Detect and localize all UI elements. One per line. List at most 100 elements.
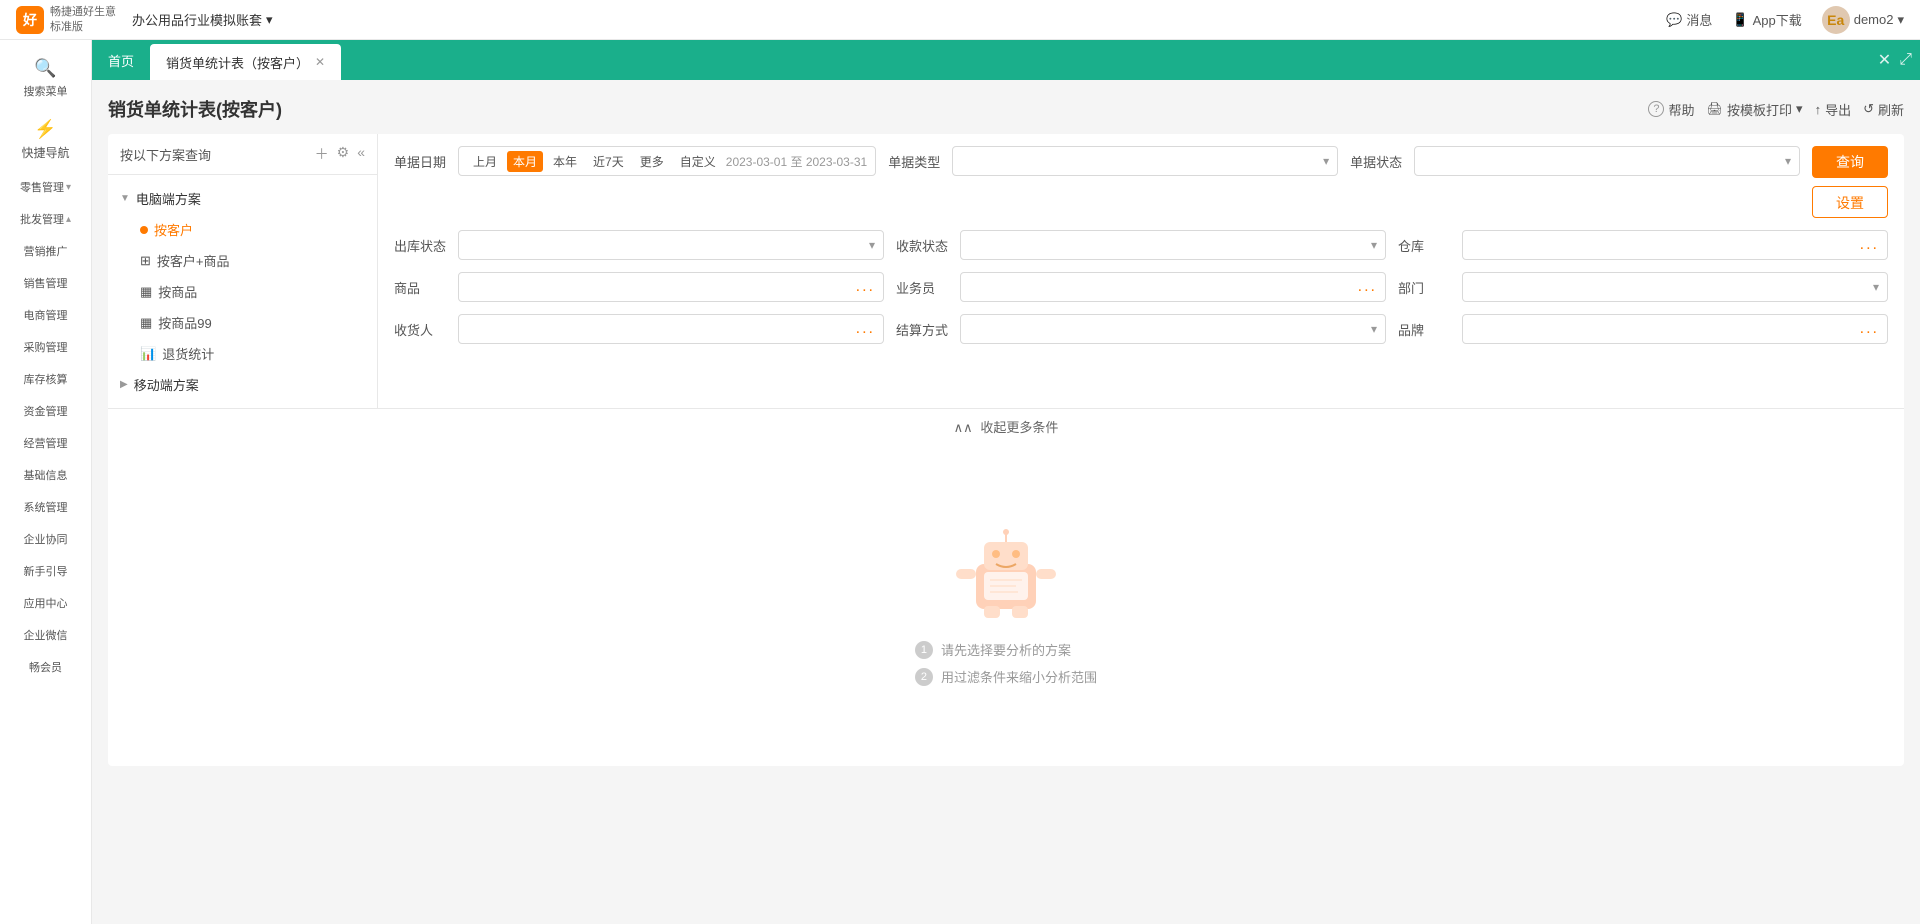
settlement-label: 结算方式 — [896, 320, 952, 339]
table-icon: ▦ — [140, 284, 152, 300]
user-chevron-icon: ▾ — [1897, 12, 1904, 28]
refresh-button[interactable]: ↺ 刷新 — [1863, 100, 1904, 119]
sidebar: 🔍 搜索菜单 ⚡ 快捷导航 零售管理 ▾ 批发管理 ▴ 营销推广 销售管理 — [0, 40, 92, 924]
export-button[interactable]: ↑ 导出 — [1815, 100, 1852, 119]
sidebar-item-corp[interactable]: 企业协同 — [0, 523, 91, 555]
chevron-down-icon: ▾ — [869, 238, 875, 252]
sidebar-item-retail[interactable]: 零售管理 ▾ — [0, 171, 91, 203]
filter-right: 单据日期 上月 本月 本年 近7天 — [378, 134, 1904, 408]
tab-close-icon[interactable]: ✕ — [315, 55, 325, 69]
sidebar-item-wholesale[interactable]: 批发管理 ▴ — [0, 203, 91, 235]
date-tab-7days[interactable]: 近7天 — [587, 151, 630, 172]
empty-tips: 1 请先选择要分析的方案 2 用过滤条件来缩小分析范围 — [915, 640, 1097, 686]
app-download-icon: 📱 — [1732, 12, 1748, 28]
message-button[interactable]: 💬 消息 — [1666, 10, 1712, 29]
dots-icon: ... — [1860, 320, 1879, 338]
page-title: 销货单统计表(按客户) — [108, 96, 282, 122]
scheme-edit-button[interactable]: ⚙ — [337, 144, 350, 164]
scheme-group-desktop: ▼ 电脑端方案 按客户 — [108, 183, 377, 369]
grid-icon: ⊞ — [140, 253, 151, 269]
date-tab-last-month[interactable]: 上月 — [467, 151, 503, 172]
dept-label: 部门 — [1398, 278, 1454, 297]
sidebar-item-apps[interactable]: 应用中心 — [0, 587, 91, 619]
scheme-add-button[interactable]: ＋ — [315, 144, 329, 164]
scheme-item-by-customer[interactable]: 按客户 — [128, 214, 377, 245]
salesperson-control[interactable]: ... — [960, 272, 1386, 302]
query-button[interactable]: 查询 — [1812, 146, 1888, 178]
ship-status-control[interactable]: ▾ — [458, 230, 884, 260]
salesperson-label: 业务员 — [896, 278, 952, 297]
collapse-bar[interactable]: ∧∧ 收起更多条件 — [108, 408, 1904, 444]
order-type-control[interactable]: ▾ — [952, 146, 1338, 176]
tab-home[interactable]: 首页 — [92, 40, 150, 80]
sidebar-item-purchase[interactable]: 采购管理 — [0, 331, 91, 363]
sidebar-item-nav[interactable]: ⚡ 快捷导航 — [0, 109, 91, 171]
sidebar-item-member[interactable]: 畅会员 — [0, 651, 91, 683]
brand-control[interactable]: ... — [1462, 314, 1888, 344]
scheme-group-mobile-header[interactable]: ▶ 移动端方案 — [108, 369, 377, 400]
chevron-down-icon: ▼ — [120, 193, 130, 204]
sidebar-item-ecom[interactable]: 电商管理 — [0, 299, 91, 331]
scheme-item-return-stat[interactable]: 📊 退货统计 — [128, 338, 377, 369]
sidebar-item-sales[interactable]: 销售管理 — [0, 267, 91, 299]
receiver-control[interactable]: ... — [458, 314, 884, 344]
dots-icon: ... — [856, 320, 875, 338]
scheme-item-by-goods99[interactable]: ▦ 按商品99 — [128, 307, 377, 338]
tab-sales-stat[interactable]: 销货单统计表（按客户） ✕ — [150, 44, 341, 80]
dots-icon: ... — [1860, 236, 1879, 254]
sidebar-item-ops[interactable]: 经营管理 — [0, 427, 91, 459]
date-tab-this-year[interactable]: 本年 — [547, 151, 583, 172]
sidebar-item-system[interactable]: 系统管理 — [0, 491, 91, 523]
settlement-control[interactable]: ▾ — [960, 314, 1386, 344]
pay-status-control[interactable]: ▾ — [960, 230, 1386, 260]
chevron-down-icon: ▾ — [1371, 238, 1377, 252]
scheme-item-by-customer-goods[interactable]: ⊞ 按客户+商品 — [128, 245, 377, 276]
scheme-group-desktop-header[interactable]: ▼ 电脑端方案 — [108, 183, 377, 214]
sidebar-item-wechat[interactable]: 企业微信 — [0, 619, 91, 651]
print-button[interactable]: 🖨 按模板打印 ▾ — [1707, 100, 1803, 119]
sidebar-item-basic[interactable]: 基础信息 — [0, 459, 91, 491]
chart-icon: 📊 — [140, 346, 156, 362]
chevron-down-icon: ▾ — [1323, 154, 1329, 168]
page-content: 销货单统计表(按客户) ? 帮助 🖨 按模板打印 ▾ ↑ — [92, 80, 1920, 924]
tab-close-all-icon[interactable]: ✕ — [1878, 50, 1891, 70]
scheme-item-by-goods[interactable]: ▦ 按商品 — [128, 276, 377, 307]
empty-illustration — [946, 524, 1066, 624]
dots-icon: ... — [856, 278, 875, 296]
sidebar-item-search[interactable]: 🔍 搜索菜单 — [0, 48, 91, 109]
print-chevron-icon: ▾ — [1796, 101, 1803, 117]
warehouse-label: 仓库 — [1398, 236, 1454, 255]
chevron-down-icon: ▾ — [266, 12, 273, 28]
table-icon: ▦ — [140, 315, 152, 331]
ship-status-label: 出库状态 — [394, 236, 450, 255]
empty-state: 1 请先选择要分析的方案 2 用过滤条件来缩小分析范围 — [108, 444, 1904, 766]
warehouse-control[interactable]: ... — [1462, 230, 1888, 260]
nav-icon: ⚡ — [34, 119, 56, 140]
dept-control[interactable]: ▾ — [1462, 272, 1888, 302]
order-status-control[interactable]: ▾ — [1414, 146, 1800, 176]
date-tab-more[interactable]: 更多 — [634, 151, 670, 172]
sidebar-item-finance[interactable]: 资金管理 — [0, 395, 91, 427]
empty-tip-2: 2 用过滤条件来缩小分析范围 — [915, 667, 1097, 686]
date-tab-this-month[interactable]: 本月 — [507, 151, 543, 172]
scheme-collapse-button[interactable]: « — [357, 144, 365, 164]
dots-icon: ... — [1358, 278, 1377, 296]
scheme-group-mobile: ▶ 移动端方案 — [108, 369, 377, 400]
user-profile[interactable]: Ea demo2 ▾ — [1822, 6, 1904, 34]
industry-selector[interactable]: 办公用品行业模拟账套 ▾ — [124, 6, 281, 33]
setting-button[interactable]: 设置 — [1812, 186, 1888, 218]
avatar: Ea — [1822, 6, 1850, 34]
tab-bar: 首页 销货单统计表（按客户） ✕ ✕ ⤢ — [92, 40, 1920, 80]
goods-control[interactable]: ... — [458, 272, 884, 302]
logo-icon: 好 — [16, 6, 44, 34]
scheme-items-desktop: 按客户 ⊞ 按客户+商品 ▦ 按商品 — [108, 214, 377, 369]
app-download-button[interactable]: 📱 App下载 — [1732, 10, 1801, 29]
help-button[interactable]: ? 帮助 — [1648, 100, 1694, 119]
sidebar-item-marketing[interactable]: 营销推广 — [0, 235, 91, 267]
sidebar-item-newbie[interactable]: 新手引导 — [0, 555, 91, 587]
date-range-control[interactable]: 上月 本月 本年 近7天 更多 自定义 2023-03-01 至 20 — [458, 146, 876, 176]
chevron-up-icon: ▴ — [66, 214, 71, 225]
sidebar-item-inventory[interactable]: 库存核算 — [0, 363, 91, 395]
tab-maximize-icon[interactable]: ⤢ — [1899, 51, 1912, 69]
date-tab-custom[interactable]: 自定义 — [674, 151, 722, 172]
